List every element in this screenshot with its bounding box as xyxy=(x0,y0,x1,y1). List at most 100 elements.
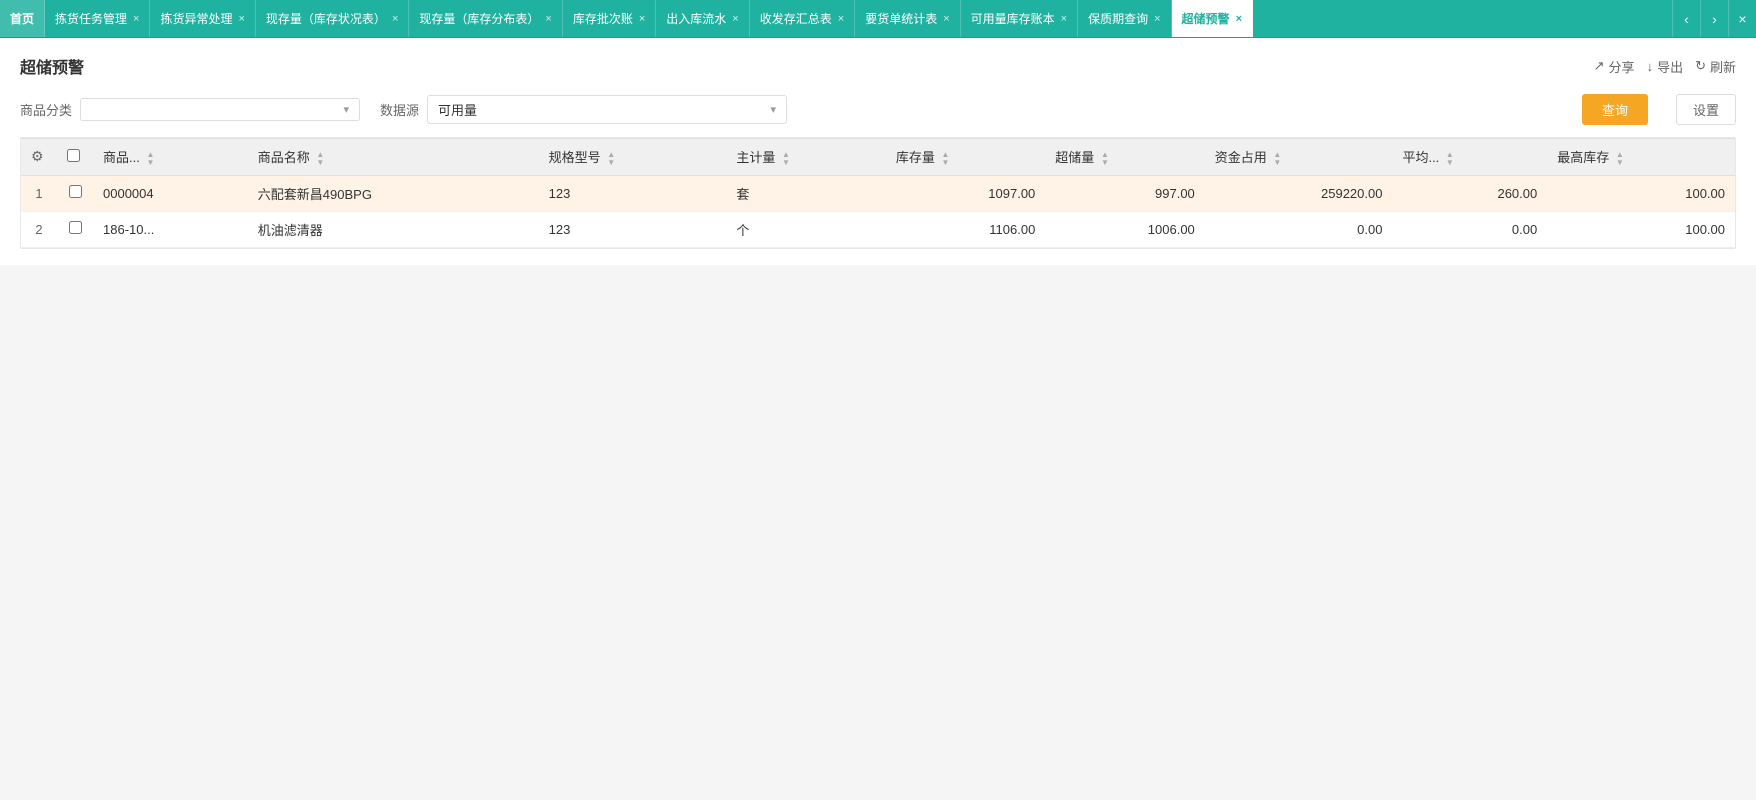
nav-close-arrow[interactable]: × xyxy=(1728,0,1756,38)
column-checkbox xyxy=(57,139,93,176)
table-header-row: ⚙ 商品... ▲▼ 商品名称 ▲▼ 规格型号 ▲▼ xyxy=(21,139,1735,176)
cell-spec: 123 xyxy=(539,211,727,247)
column-overstock[interactable]: 超储量 ▲▼ xyxy=(1045,139,1204,176)
nav-tab-overstock[interactable]: 超储预警 × xyxy=(1172,0,1253,37)
close-tab-exception[interactable]: × xyxy=(238,13,244,25)
query-button[interactable]: 查询 xyxy=(1582,94,1648,125)
cell-sku-code: 0000004 xyxy=(93,175,248,211)
cell-avg: 0.00 xyxy=(1392,211,1547,247)
cell-avg: 260.00 xyxy=(1392,175,1547,211)
column-capital[interactable]: 资金占用 ▲▼ xyxy=(1205,139,1393,176)
datasource-filter: 数据源 可用量 ▾ xyxy=(380,95,787,124)
close-tab-inout[interactable]: × xyxy=(732,13,738,25)
close-tab-batch[interactable]: × xyxy=(639,13,645,25)
cell-max-stock: 100.00 xyxy=(1547,211,1735,247)
export-icon: ↓ xyxy=(1647,59,1654,74)
settings-button[interactable]: 设置 xyxy=(1676,94,1736,125)
select-all-checkbox[interactable] xyxy=(67,149,80,162)
close-tab-available[interactable]: × xyxy=(1061,13,1067,25)
cell-overstock: 1006.00 xyxy=(1045,211,1204,247)
sort-icon-overstock: ▲▼ xyxy=(1101,151,1109,167)
close-tab-task[interactable]: × xyxy=(133,13,139,25)
refresh-button[interactable]: ↻ 刷新 xyxy=(1695,57,1736,76)
column-avg[interactable]: 平均... ▲▼ xyxy=(1392,139,1547,176)
nav-tab-task[interactable]: 拣货任务管理 × xyxy=(45,0,150,37)
column-max-stock[interactable]: 最高库存 ▲▼ xyxy=(1547,139,1735,176)
sort-icon-spec: ▲▼ xyxy=(607,151,615,167)
cell-sku-code: 186-10... xyxy=(93,211,248,247)
refresh-icon: ↻ xyxy=(1695,58,1706,74)
sort-icon-sku-name: ▲▼ xyxy=(316,151,324,167)
column-spec[interactable]: 规格型号 ▲▼ xyxy=(539,139,727,176)
row-checkbox-cell xyxy=(57,175,93,211)
nav-prev-arrow[interactable]: ‹ xyxy=(1672,0,1700,38)
sort-icon-unit: ▲▼ xyxy=(782,151,790,167)
cell-unit: 个 xyxy=(726,211,885,247)
row-number: 2 xyxy=(21,211,57,247)
table-row: 1 0000004 六配套新昌490BPG 123 套 1097.00 997.… xyxy=(21,175,1735,211)
category-filter: 商品分类 ▾ xyxy=(20,98,360,121)
column-unit[interactable]: 主计量 ▲▼ xyxy=(726,139,885,176)
close-tab-summary[interactable]: × xyxy=(838,13,844,25)
sort-icon-stock: ▲▼ xyxy=(941,151,949,167)
share-icon: ↗ xyxy=(1594,58,1605,74)
top-navigation: 首页 拣货任务管理 × 拣货异常处理 × 现存量（库存状况表） × 现存量（库存… xyxy=(0,0,1756,38)
nav-tab-home[interactable]: 首页 xyxy=(0,0,45,37)
datasource-select-value: 可用量 xyxy=(438,100,477,119)
cell-overstock: 997.00 xyxy=(1045,175,1204,211)
nav-next-arrow[interactable]: › xyxy=(1700,0,1728,38)
nav-tab-inout[interactable]: 出入库流水 × xyxy=(656,0,749,37)
filter-row: 商品分类 ▾ 数据源 可用量 ▾ 查询 设置 xyxy=(20,94,1736,125)
cell-sku-name: 机油滤清器 xyxy=(248,211,539,247)
sort-icon-capital: ▲▼ xyxy=(1273,151,1281,167)
cell-unit: 套 xyxy=(726,175,885,211)
close-tab-quality[interactable]: × xyxy=(1154,13,1160,25)
table-body: 1 0000004 六配套新昌490BPG 123 套 1097.00 997.… xyxy=(21,175,1735,247)
nav-tab-summary[interactable]: 收发存汇总表 × xyxy=(750,0,855,37)
page-title: 超储预警 xyxy=(20,54,84,78)
nav-tab-stock-status[interactable]: 现存量（库存状况表） × xyxy=(256,0,409,37)
category-label: 商品分类 xyxy=(20,100,72,119)
nav-tab-order-stats[interactable]: 要货单统计表 × xyxy=(855,0,960,37)
sort-icon-max-stock: ▲▼ xyxy=(1616,151,1624,167)
row-checkbox[interactable] xyxy=(69,185,82,198)
column-gear: ⚙ xyxy=(21,139,57,176)
data-table: ⚙ 商品... ▲▼ 商品名称 ▲▼ 规格型号 ▲▼ xyxy=(21,138,1735,248)
datasource-label: 数据源 xyxy=(380,100,419,119)
share-button[interactable]: ↗ 分享 xyxy=(1594,57,1635,76)
nav-tab-stock-dist[interactable]: 现存量（库存分布表） × xyxy=(409,0,562,37)
nav-tab-available[interactable]: 可用量库存账本 × xyxy=(961,0,1078,37)
column-sku-name[interactable]: 商品名称 ▲▼ xyxy=(248,139,539,176)
sort-icon-sku-code: ▲▼ xyxy=(146,151,154,167)
cell-sku-name: 六配套新昌490BPG xyxy=(248,175,539,211)
cell-stock: 1106.00 xyxy=(886,211,1045,247)
close-tab-stock-dist[interactable]: × xyxy=(545,13,551,25)
chevron-down-icon-2: ▾ xyxy=(771,103,777,116)
chevron-down-icon: ▾ xyxy=(343,103,349,116)
cell-stock: 1097.00 xyxy=(886,175,1045,211)
column-sku-code[interactable]: 商品... ▲▼ xyxy=(93,139,248,176)
gear-icon[interactable]: ⚙ xyxy=(31,148,44,164)
nav-tab-exception[interactable]: 拣货异常处理 × xyxy=(150,0,255,37)
row-checkbox[interactable] xyxy=(69,221,82,234)
header-actions: ↗ 分享 ↓ 导出 ↻ 刷新 xyxy=(1594,57,1736,76)
cell-capital: 0.00 xyxy=(1205,211,1393,247)
cell-capital: 259220.00 xyxy=(1205,175,1393,211)
nav-tab-quality[interactable]: 保质期查询 × xyxy=(1078,0,1171,37)
column-stock[interactable]: 库存量 ▲▼ xyxy=(886,139,1045,176)
row-number: 1 xyxy=(21,175,57,211)
table-row: 2 186-10... 机油滤清器 123 个 1106.00 1006.00 … xyxy=(21,211,1735,247)
close-tab-overstock[interactable]: × xyxy=(1236,13,1242,25)
cell-max-stock: 100.00 xyxy=(1547,175,1735,211)
datasource-select[interactable]: 可用量 ▾ xyxy=(427,95,787,124)
close-tab-stock-status[interactable]: × xyxy=(392,13,398,25)
page-header: 超储预警 ↗ 分享 ↓ 导出 ↻ 刷新 xyxy=(20,54,1736,78)
cell-spec: 123 xyxy=(539,175,727,211)
nav-tab-batch[interactable]: 库存批次账 × xyxy=(563,0,656,37)
export-button[interactable]: ↓ 导出 xyxy=(1647,57,1684,76)
row-checkbox-cell xyxy=(57,211,93,247)
close-tab-order-stats[interactable]: × xyxy=(943,13,949,25)
sort-icon-avg: ▲▼ xyxy=(1446,151,1454,167)
category-select[interactable]: ▾ xyxy=(80,98,360,121)
data-table-wrapper: ⚙ 商品... ▲▼ 商品名称 ▲▼ 规格型号 ▲▼ xyxy=(20,137,1736,249)
